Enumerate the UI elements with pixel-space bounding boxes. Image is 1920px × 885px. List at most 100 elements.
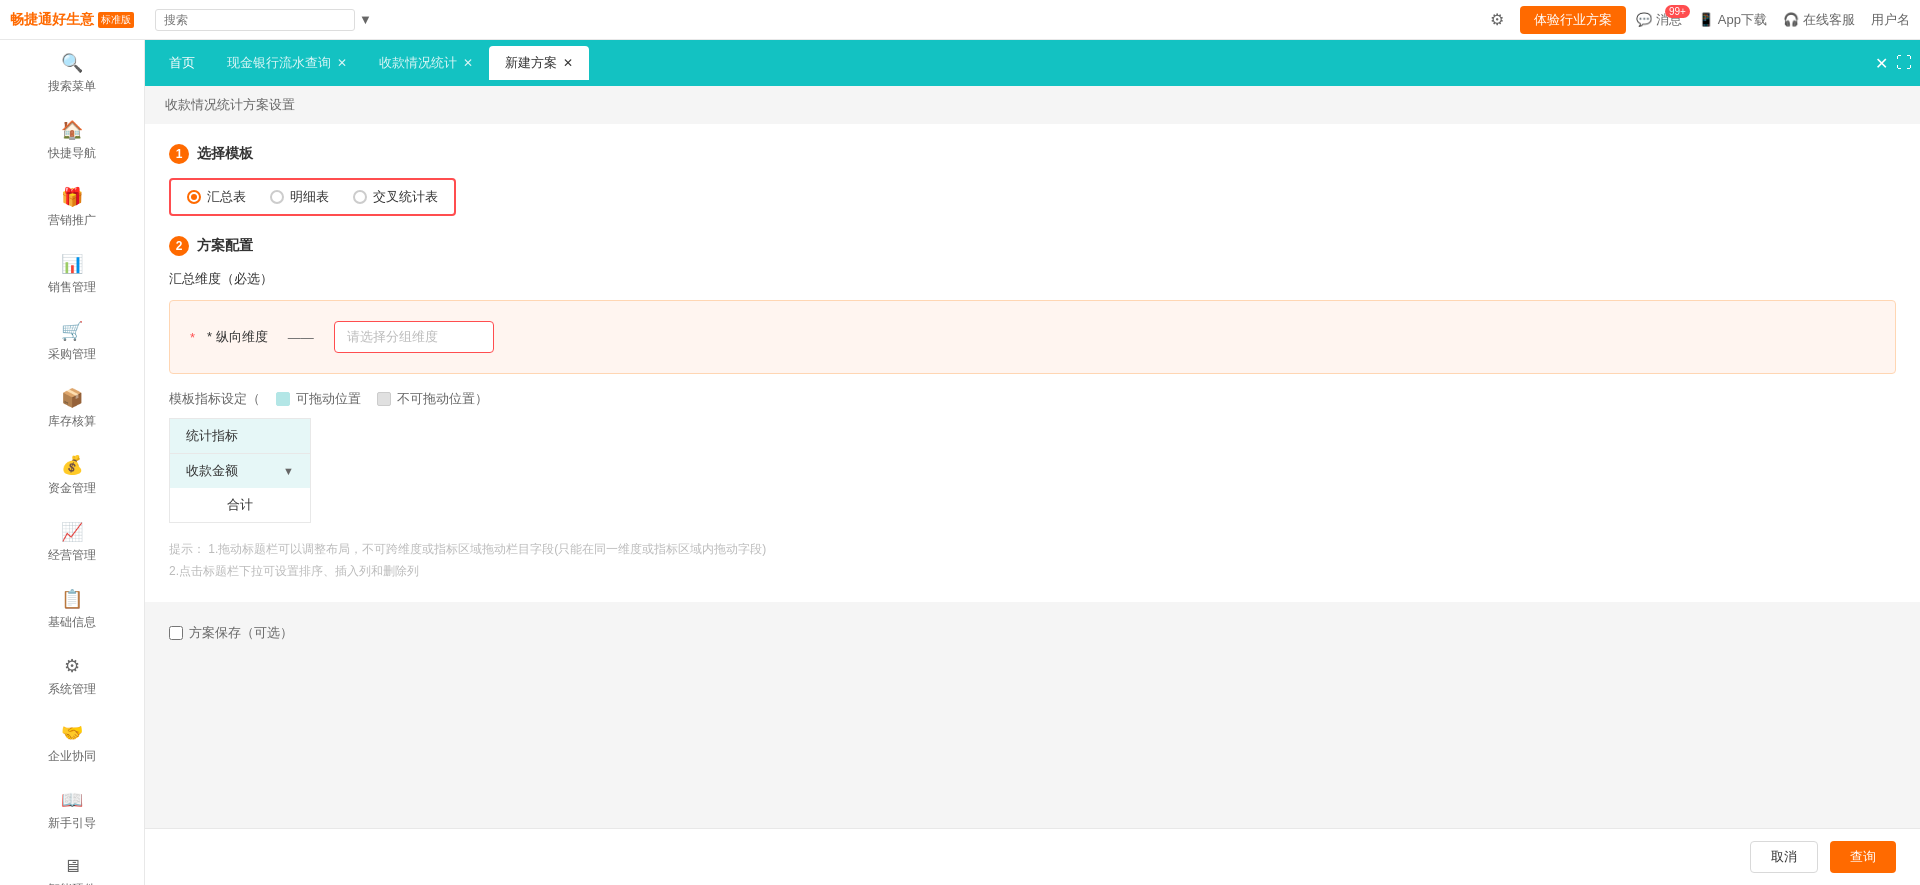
tab-cashflow-close[interactable]: ✕ [337, 56, 347, 70]
dimension-section-label: 汇总维度（必选） [169, 270, 1896, 288]
base-info-icon: 📋 [61, 588, 83, 610]
template-radio-group: 汇总表 明细表 交叉统计表 [169, 178, 456, 216]
tab-expand-icon[interactable]: ⛶ [1896, 54, 1912, 72]
required-star: * [190, 330, 195, 345]
tips-section: 提示： 1.拖动标题栏可以调整布局，不可跨维度或指标区域拖动栏目字段(只能在同一… [169, 539, 1896, 582]
radio-cross[interactable]: 交叉统计表 [353, 188, 438, 206]
sidebar-label-purchase: 采购管理 [48, 346, 96, 363]
search-icon: 🔍 [61, 52, 83, 74]
indicators-table: 统计指标 收款金额 ▼ 合计 [169, 418, 311, 523]
amount-dropdown-icon[interactable]: ▼ [283, 465, 294, 477]
search-input[interactable] [155, 9, 355, 31]
radio-detail[interactable]: 明细表 [270, 188, 329, 206]
sidebar-item-search[interactable]: 🔍 搜索菜单 [0, 40, 144, 107]
dimension-row: * * 纵向维度 —— 请选择分组维度 [190, 321, 1875, 353]
sidebar-item-enterprise[interactable]: 🤝 企业协同 [0, 710, 144, 777]
tab-bar: 首页 现金银行流水查询 ✕ 收款情况统计 ✕ 新建方案 ✕ ✕ ⛶ [145, 40, 1920, 86]
online-support-link[interactable]: 🎧 在线客服 [1783, 11, 1855, 29]
sidebar-label-inventory: 库存核算 [48, 413, 96, 430]
tip-2: 2.点击标题栏下拉可设置排序、插入列和删除列 [169, 561, 1896, 583]
main-layout: 🔍 搜索菜单 🏠 快捷导航 🎁 营销推广 📊 销售管理 🛒 采购管理 📦 库存核… [0, 40, 1920, 885]
sidebar-item-marketing[interactable]: 🎁 营销推广 [0, 174, 144, 241]
tab-new-plan[interactable]: 新建方案 ✕ [489, 46, 589, 80]
marketing-icon: 🎁 [61, 186, 83, 208]
save-checkbox[interactable] [169, 626, 183, 640]
user-name[interactable]: 用户名 [1871, 11, 1910, 29]
sidebar-item-finance[interactable]: 💰 资金管理 [0, 442, 144, 509]
legend-fixed: 不可拖动位置） [377, 390, 488, 408]
operations-icon: 📈 [61, 521, 83, 543]
page-content: 收款情况统计方案设置 1 选择模板 汇总表 [145, 86, 1920, 828]
sidebar-item-inventory[interactable]: 📦 库存核算 [0, 375, 144, 442]
content-area: 首页 现金银行流水查询 ✕ 收款情况统计 ✕ 新建方案 ✕ ✕ ⛶ 收款情况统计… [145, 40, 1920, 885]
sidebar-label-guide: 新手引导 [48, 815, 96, 832]
step2-badge: 2 [169, 236, 189, 256]
sidebar-item-sales[interactable]: 📊 销售管理 [0, 241, 144, 308]
indicators-label-row: 模板指标设定（ 可拖动位置 不可拖动位置） [169, 390, 1896, 408]
search-area: ▼ [155, 9, 1490, 31]
save-label: 方案保存（可选） [189, 624, 293, 642]
subtotal-row: 合计 [170, 488, 310, 522]
amount-indicator-row[interactable]: 收款金额 ▼ [170, 454, 310, 488]
enterprise-icon: 🤝 [61, 722, 83, 744]
legend-draggable: 可拖动位置 [276, 390, 361, 408]
sidebar-item-guide[interactable]: 📖 新手引导 [0, 777, 144, 844]
tab-new-plan-label: 新建方案 [505, 54, 557, 72]
breadcrumb: 收款情况统计方案设置 [145, 86, 1920, 124]
sidebar-item-base-info[interactable]: 📋 基础信息 [0, 576, 144, 643]
app-download-link[interactable]: 📱 App下载 [1698, 11, 1767, 29]
gear-icon[interactable]: ⚙ [1490, 10, 1504, 29]
indicators-section: 模板指标设定（ 可拖动位置 不可拖动位置） [169, 390, 1896, 523]
step1-badge: 1 [169, 144, 189, 164]
sidebar-item-purchase[interactable]: 🛒 采购管理 [0, 308, 144, 375]
cancel-button[interactable]: 取消 [1750, 841, 1818, 873]
indicators-label: 模板指标设定（ [169, 390, 260, 408]
notification-badge: 99+ [1665, 5, 1690, 18]
dimension-area: * * 纵向维度 —— 请选择分组维度 [169, 300, 1896, 374]
legend-fixed-box [377, 392, 391, 406]
tab-receipts-close[interactable]: ✕ [463, 56, 473, 70]
tab-receipts[interactable]: 收款情况统计 ✕ [363, 46, 489, 80]
vertical-dimension-label: * 纵向维度 [207, 328, 268, 346]
step1-header: 1 选择模板 [169, 144, 1896, 164]
radio-summary[interactable]: 汇总表 [187, 188, 246, 206]
sidebar-label-marketing: 营销推广 [48, 212, 96, 229]
sidebar-label-nav: 快捷导航 [48, 145, 96, 162]
step2-section: 2 方案配置 汇总维度（必选） * * 纵向维度 —— 请选择分组维度 [169, 236, 1896, 582]
radio-dot-detail [270, 190, 284, 204]
step2-title: 方案配置 [197, 237, 253, 255]
sidebar-item-system[interactable]: ⚙ 系统管理 [0, 643, 144, 710]
logo-badge: 标准版 [98, 12, 134, 28]
logo-area: 畅捷通好生意 标准版 [10, 11, 155, 29]
tab-cashflow[interactable]: 现金银行流水查询 ✕ [211, 46, 363, 80]
group-dimension-select[interactable]: 请选择分组维度 [334, 321, 494, 353]
tab-new-plan-close[interactable]: ✕ [563, 56, 573, 70]
sidebar-label-finance: 资金管理 [48, 480, 96, 497]
search-dropdown-icon[interactable]: ▼ [359, 12, 372, 27]
sidebar: 🔍 搜索菜单 🏠 快捷导航 🎁 营销推广 📊 销售管理 🛒 采购管理 📦 库存核… [0, 40, 145, 885]
bottom-action-bar: 取消 查询 [145, 828, 1920, 885]
page-footer: 方案保存（可选） [145, 612, 1920, 654]
tab-cashflow-label: 现金银行流水查询 [227, 54, 331, 72]
sidebar-label-base-info: 基础信息 [48, 614, 96, 631]
sidebar-item-nav[interactable]: 🏠 快捷导航 [0, 107, 144, 174]
tab-receipts-label: 收款情况统计 [379, 54, 457, 72]
step1-section: 1 选择模板 汇总表 明细表 [169, 144, 1896, 216]
form-card: 1 选择模板 汇总表 明细表 [145, 124, 1920, 602]
tab-close-window-icon[interactable]: ✕ [1875, 54, 1888, 73]
stat-indicator-header: 统计指标 [170, 419, 310, 454]
purchase-icon: 🛒 [61, 320, 83, 342]
legend-draggable-label: 可拖动位置 [296, 390, 361, 408]
sidebar-label-search: 搜索菜单 [48, 78, 96, 95]
stat-label: 统计指标 [186, 427, 238, 445]
sidebar-item-operations[interactable]: 📈 经营管理 [0, 509, 144, 576]
trial-button[interactable]: 体验行业方案 [1520, 6, 1626, 34]
notification-icon[interactable]: 💬 消息 99+ [1636, 11, 1682, 29]
tab-home[interactable]: 首页 [153, 46, 211, 80]
legend-fixed-label: 不可拖动位置） [397, 390, 488, 408]
top-bar-actions: ⚙ 体验行业方案 [1490, 6, 1626, 34]
arrow-icon: —— [288, 330, 314, 345]
save-option[interactable]: 方案保存（可选） [169, 624, 1896, 642]
query-button[interactable]: 查询 [1830, 841, 1896, 873]
sidebar-item-hardware[interactable]: 🖥 智能硬件 [0, 844, 144, 885]
